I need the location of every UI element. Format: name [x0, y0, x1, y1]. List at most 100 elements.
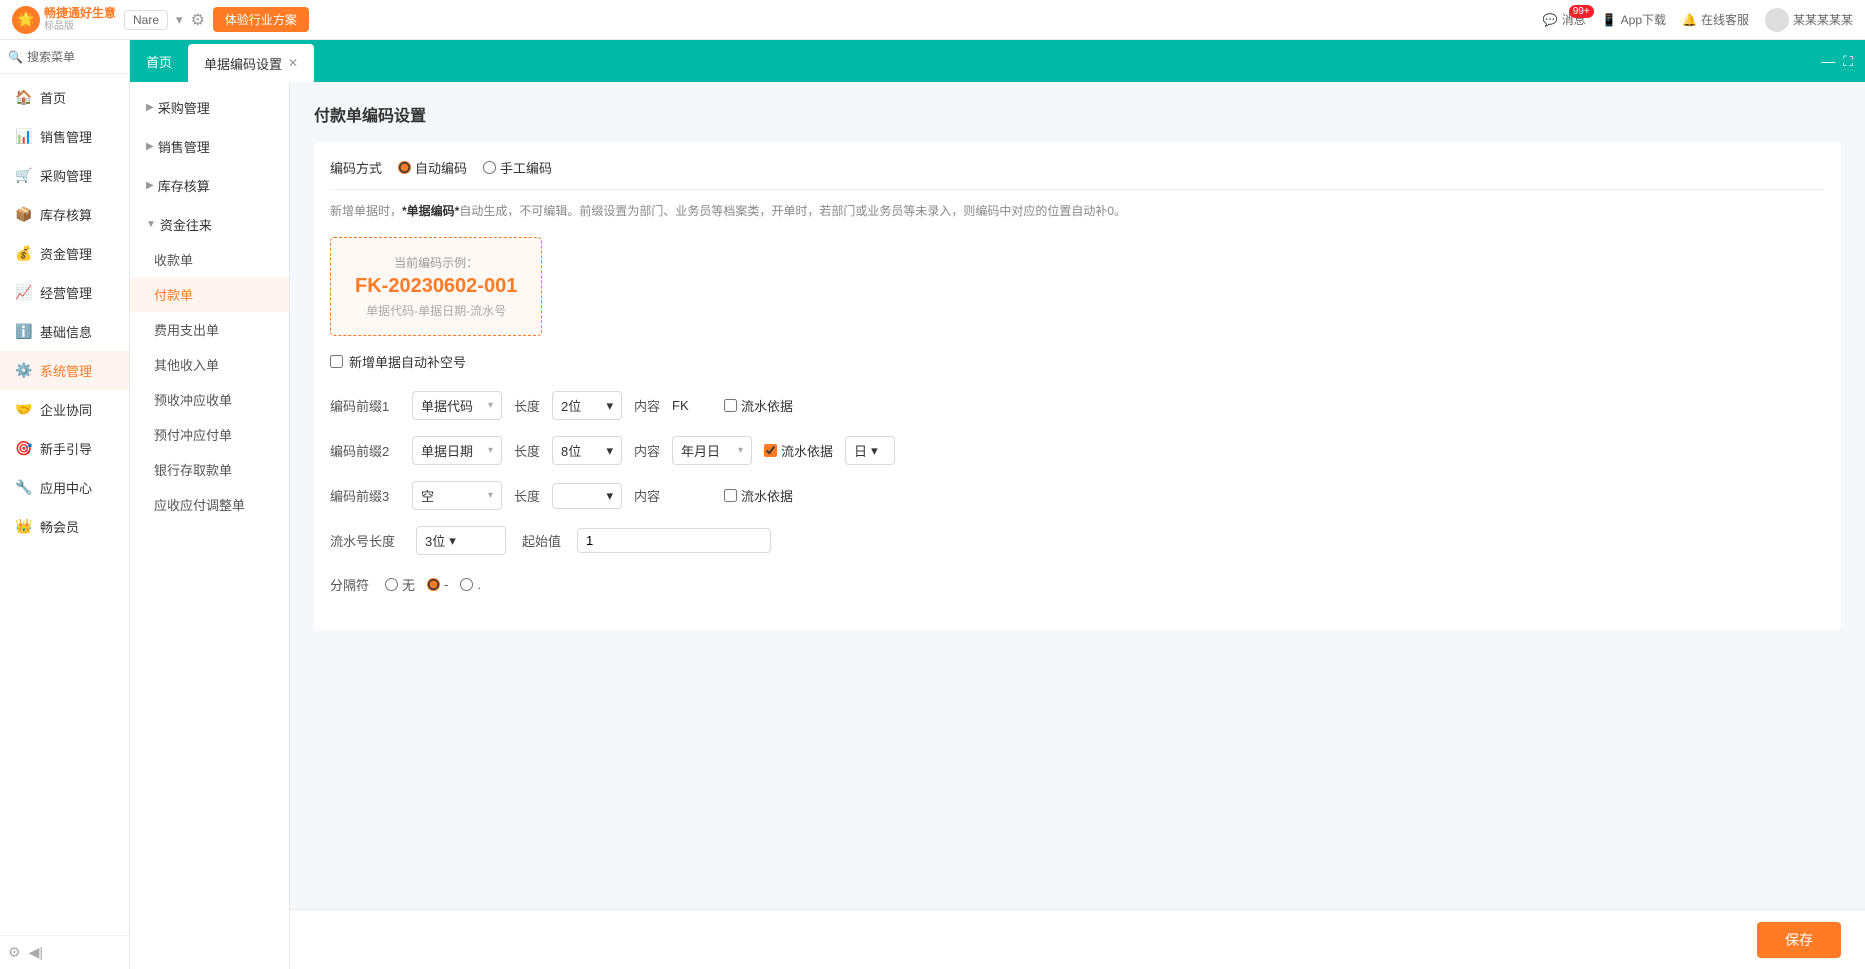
sidebar-search[interactable]: 🔍 搜索菜单: [0, 40, 129, 74]
serial-basis1-label: 流水依据: [741, 396, 793, 415]
inventory-icon: 📦: [16, 207, 32, 223]
appstore-icon: 🔧: [16, 480, 32, 496]
prefix2-label: 编码前缀2: [330, 441, 400, 460]
serial-length-label: 流水号长度: [330, 531, 400, 550]
length1-value: 2位: [561, 396, 581, 415]
sidebar-label-purchase: 采购管理: [40, 166, 92, 185]
sidebar-label-inventory: 库存核算: [40, 205, 92, 224]
sub-item-receipt[interactable]: 收款单: [130, 242, 289, 277]
sidebar-bottom: ⚙ ◀|: [0, 935, 129, 969]
tab-home[interactable]: 首页: [130, 40, 188, 82]
content2-select[interactable]: 年月日 ▾: [672, 436, 752, 465]
length2-select[interactable]: 8位 ▾: [552, 436, 622, 465]
avatar-icon: [1765, 8, 1789, 32]
sidebar-item-member[interactable]: 👑 畅会员: [0, 507, 129, 546]
save-button[interactable]: 保存: [1757, 922, 1841, 958]
sidebar-nav: 🏠 首页 📊 销售管理 🛒 采购管理 📦 库存核算 💰 资金管理 📈 经: [0, 74, 129, 935]
manual-encode-radio[interactable]: [483, 161, 496, 174]
length2-value: 8位: [561, 441, 581, 460]
sidebar-item-system[interactable]: ⚙️ 系统管理: [0, 351, 129, 390]
left-sidebar: 🔍 搜索菜单 🏠 首页 📊 销售管理 🛒 采购管理 📦 库存核算 💰: [0, 40, 130, 969]
sidebar-label-finance: 资金管理: [40, 244, 92, 263]
auto-fill-checkbox[interactable]: [330, 355, 343, 368]
prefix3-select[interactable]: 空 ▾: [412, 481, 502, 510]
settings-bottom-icon[interactable]: ⚙: [8, 944, 21, 961]
serial-basis1-checkbox[interactable]: [724, 399, 737, 412]
basic-icon: ℹ️: [16, 324, 32, 340]
serial-length-value: 3位: [425, 531, 445, 550]
sidebar-item-inventory[interactable]: 📦 库存核算: [0, 195, 129, 234]
sep-dot[interactable]: .: [460, 577, 481, 592]
sub-item-pre-receipt[interactable]: 预收冲应收单: [130, 382, 289, 417]
length3-label: 长度: [514, 486, 540, 505]
serial-basis2[interactable]: 流水依据: [764, 441, 833, 460]
sep-none[interactable]: 无: [385, 575, 415, 594]
serial-basis1[interactable]: 流水依据: [724, 396, 793, 415]
prefix2-select[interactable]: 单据日期 ▾: [412, 436, 502, 465]
prefix2-arrow: ▾: [488, 445, 493, 456]
length3-select[interactable]: ▾: [552, 483, 622, 509]
tab-close-icon[interactable]: ✕: [288, 56, 298, 70]
sidebar-item-home[interactable]: 🏠 首页: [0, 78, 129, 117]
sub-item-expense[interactable]: 费用支出单: [130, 312, 289, 347]
online-service-btn[interactable]: 🔔 在线客服: [1682, 11, 1749, 28]
prefix1-select[interactable]: 单据代码 ▾: [412, 391, 502, 420]
serial-basis2-checkbox[interactable]: [764, 444, 777, 457]
settings-icon[interactable]: ⚙: [191, 10, 205, 30]
preview-sub: 单据代码-单据日期-流水号: [355, 302, 517, 319]
arrow-right-icon2: ▶: [146, 141, 154, 152]
bottom-bar: 保存: [290, 909, 1865, 969]
separator-row: 分隔符 无 -: [330, 575, 1825, 594]
tab-expand-icon[interactable]: ⛶: [1843, 53, 1853, 70]
encode-method-options: 自动编码 手工编码: [398, 158, 552, 177]
tab-encode-settings[interactable]: 单据编码设置 ✕: [188, 44, 314, 82]
sub-group-funds-title[interactable]: ▼ 资金往来: [130, 207, 289, 242]
sub-group-inventory-title[interactable]: ▶ 库存核算: [130, 168, 289, 203]
start-input[interactable]: [577, 528, 771, 553]
sidebar-item-appstore[interactable]: 🔧 应用中心: [0, 468, 129, 507]
sep-dot-radio[interactable]: [460, 578, 473, 591]
sub-item-payment[interactable]: 付款单: [130, 277, 289, 312]
sub-group-funds-label: 资金往来: [160, 215, 212, 234]
sub-item-other-income[interactable]: 其他收入单: [130, 347, 289, 382]
sidebar-item-basic[interactable]: ℹ️ 基础信息: [0, 312, 129, 351]
day-arrow: ▾: [871, 443, 878, 459]
serial-length-select[interactable]: 3位 ▾: [416, 526, 506, 555]
tab-minimize-icon[interactable]: —: [1821, 53, 1835, 69]
sep-none-label: 无: [402, 575, 415, 594]
nav-dropdown-arrow[interactable]: ▾: [176, 12, 183, 28]
content1-label: 内容: [634, 396, 660, 415]
sep-dash[interactable]: -: [427, 577, 448, 592]
message-btn[interactable]: 💬 消息 99+: [1543, 11, 1586, 28]
sep-dash-radio[interactable]: [427, 578, 440, 591]
app-download-btn[interactable]: 📱 App下载: [1602, 11, 1666, 28]
manual-encode-option[interactable]: 手工编码: [483, 158, 552, 177]
tab-bar: 首页 单据编码设置 ✕ — ⛶: [130, 40, 1865, 82]
experience-btn[interactable]: 体验行业方案: [213, 7, 309, 32]
sep-none-radio[interactable]: [385, 578, 398, 591]
serial-basis3[interactable]: 流水依据: [724, 486, 793, 505]
collapse-icon[interactable]: ◀|: [29, 944, 43, 961]
serial-basis3-checkbox[interactable]: [724, 489, 737, 502]
sub-group-sales-title[interactable]: ▶ 销售管理: [130, 129, 289, 164]
sub-group-purchase-title[interactable]: ▶ 采购管理: [130, 90, 289, 125]
sub-item-bank[interactable]: 银行存取款单: [130, 452, 289, 487]
auto-encode-option[interactable]: 自动编码: [398, 158, 467, 177]
sidebar-item-cooperation[interactable]: 🤝 企业协同: [0, 390, 129, 429]
separator-options: 无 - .: [385, 575, 481, 594]
preview-code: FK-20230602-001: [355, 275, 517, 298]
auto-encode-radio[interactable]: [398, 161, 411, 174]
sub-item-adjustment[interactable]: 应收应付调整单: [130, 487, 289, 522]
length1-select[interactable]: 2位 ▾: [552, 391, 622, 420]
sidebar-label-appstore: 应用中心: [40, 478, 92, 497]
day-select[interactable]: 日 ▾: [845, 436, 895, 465]
user-avatar[interactable]: 某某某某某: [1765, 8, 1853, 32]
sidebar-item-guide[interactable]: 🎯 新手引导: [0, 429, 129, 468]
sidebar-item-finance[interactable]: 💰 资金管理: [0, 234, 129, 273]
sidebar-item-operations[interactable]: 📈 经营管理: [0, 273, 129, 312]
sub-item-pre-payment[interactable]: 预付冲应付单: [130, 417, 289, 452]
manual-encode-label: 手工编码: [500, 158, 552, 177]
sidebar-item-sales[interactable]: 📊 销售管理: [0, 117, 129, 156]
sidebar-item-purchase[interactable]: 🛒 采购管理: [0, 156, 129, 195]
company-selector[interactable]: Nare: [124, 10, 168, 30]
